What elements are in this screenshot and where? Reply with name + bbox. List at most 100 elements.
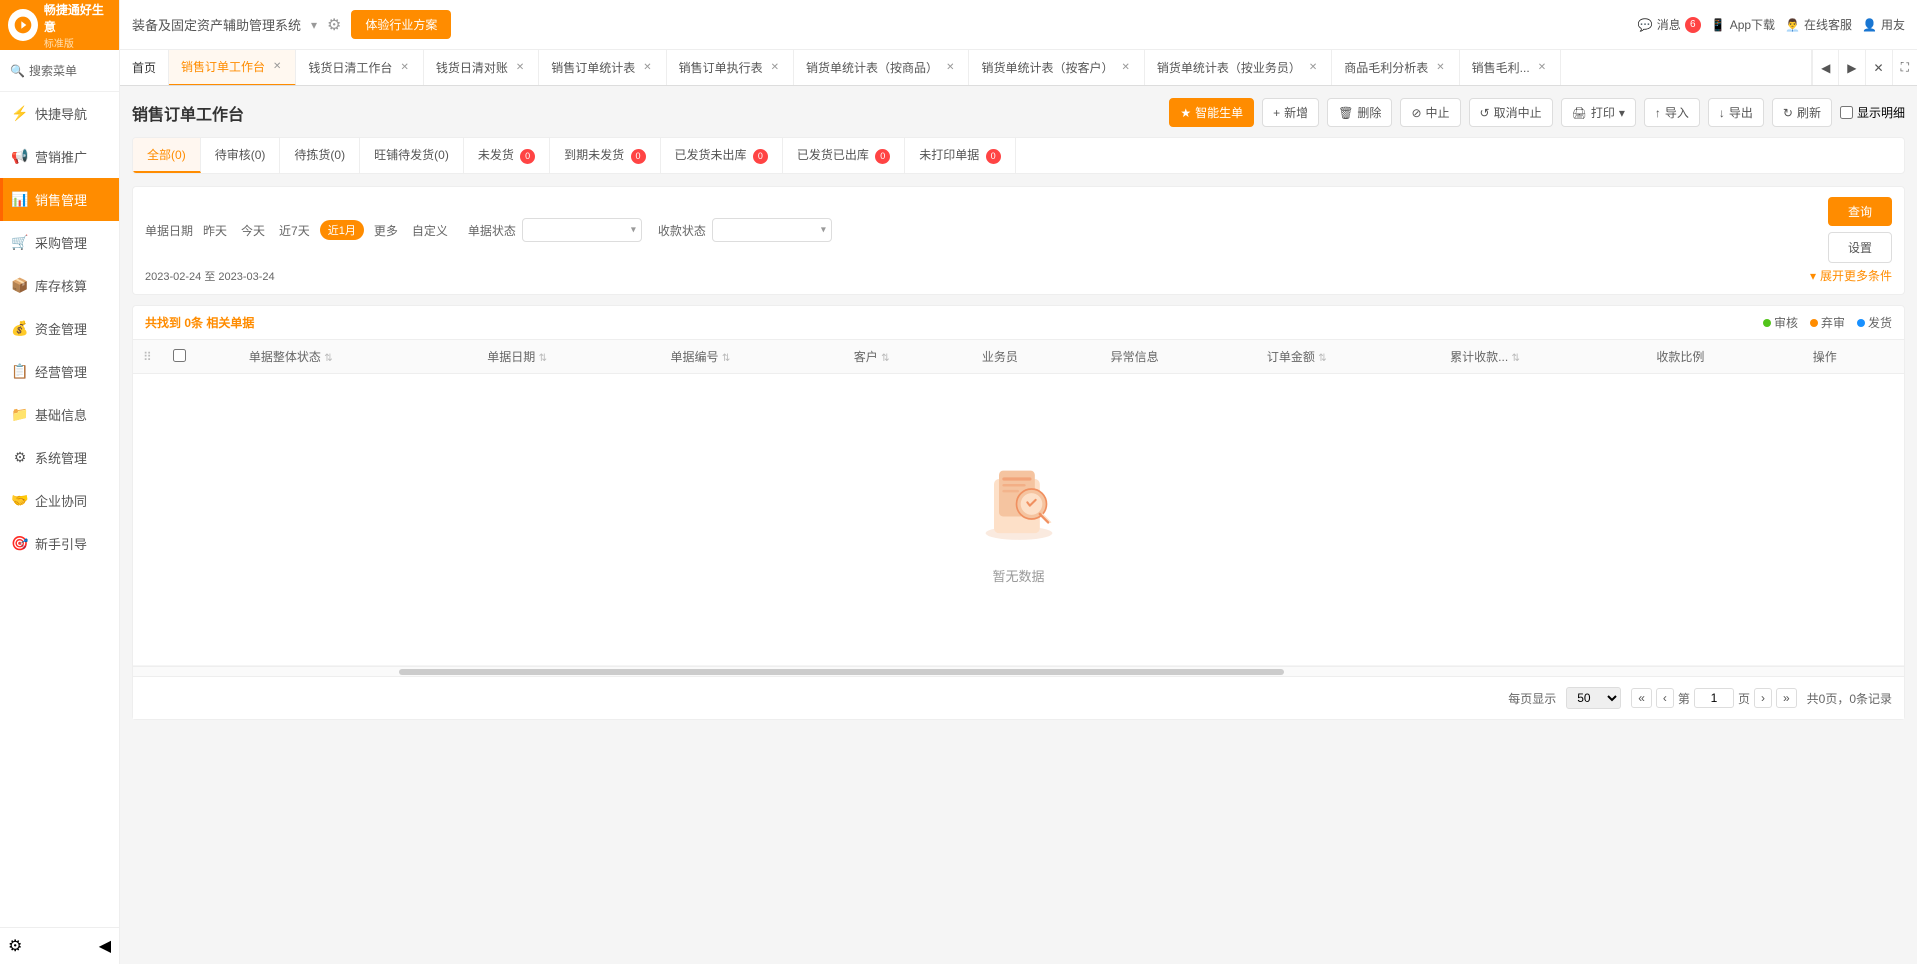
subtab-shipped-not-warehoused[interactable]: 已发货未出库 0 [661, 138, 783, 173]
sidebar-item-system[interactable]: ⚙ 系统管理 [0, 436, 119, 479]
export-btn[interactable]: ↓ 导出 [1708, 98, 1764, 127]
close-tab-shipment-product[interactable]: ✕ [944, 60, 956, 75]
industry-btn[interactable]: 体验行业方案 [351, 10, 451, 39]
sidebar-item-marketing[interactable]: 📢 营销推广 [0, 135, 119, 178]
audit-dot-icon [1763, 319, 1771, 327]
page-number-input[interactable] [1694, 688, 1734, 708]
col-number[interactable]: 单据编号 ⇅ [661, 340, 844, 374]
close-tab-reconciliation[interactable]: ✕ [514, 60, 526, 75]
page-prev-btn[interactable]: ‹ [1656, 688, 1674, 708]
query-btn[interactable]: 查询 [1828, 197, 1892, 226]
tab-reconciliation[interactable]: 钱货日清对账 ✕ [424, 50, 539, 86]
tab-shipment-customer[interactable]: 销货单统计表（按客户） ✕ [969, 50, 1144, 86]
delete-btn[interactable]: 🗑 删除 [1327, 98, 1392, 127]
sidebar-item-quicknav[interactable]: ⚡ 快捷导航 [0, 92, 119, 135]
col-amount[interactable]: 订单金额 ⇅ [1257, 340, 1440, 374]
tab-next-btn[interactable]: ▶ [1838, 50, 1864, 86]
sidebar-item-sales[interactable]: 📊 销售管理 [0, 178, 119, 221]
message-btn[interactable]: 💬 消息 6 [1638, 16, 1701, 33]
sidebar-item-finance[interactable]: 💰 资金管理 [0, 307, 119, 350]
date-opt-1month[interactable]: 近1月 [320, 220, 364, 240]
smart-gen-btn[interactable]: ★ 智能生单 [1169, 98, 1254, 127]
tab-sales-stats[interactable]: 销售订单统计表 ✕ [539, 50, 666, 86]
show-detail-checkbox[interactable] [1840, 106, 1853, 119]
settings-icon[interactable]: ⚙ [8, 936, 22, 956]
select-all-checkbox[interactable] [173, 349, 186, 362]
date-opt-more[interactable]: 更多 [370, 220, 402, 241]
sidebar-item-ops[interactable]: 📋 经营管理 [0, 350, 119, 393]
close-tab-sales-exec[interactable]: ✕ [769, 60, 781, 75]
date-opt-custom[interactable]: 自定义 [408, 220, 452, 241]
close-tab-sales-workbench[interactable]: ✕ [271, 59, 283, 74]
subtab-shipped-warehoused[interactable]: 已发货已出库 0 [783, 138, 905, 173]
tab-home[interactable]: 首页 [120, 50, 169, 86]
settings-gear-icon[interactable]: ⚙ [327, 15, 341, 35]
receipt-select[interactable] [712, 218, 832, 242]
tab-sales-exec[interactable]: 销售订单执行表 ✕ [667, 50, 794, 86]
col-customer[interactable]: 客户 ⇅ [844, 340, 972, 374]
search-menu-btn[interactable]: 🔍 搜索菜单 [6, 58, 113, 83]
subtab-unshipped[interactable]: 未发货 0 [464, 138, 550, 173]
date-opt-yesterday[interactable]: 昨天 [199, 220, 231, 241]
close-tab-sales-stats[interactable]: ✕ [641, 60, 653, 75]
app-download-btn[interactable]: 📱 App下载 [1711, 16, 1775, 33]
tab-cash-daily[interactable]: 钱货日清工作台 ✕ [296, 50, 423, 86]
close-tab-cash-daily[interactable]: ✕ [398, 60, 410, 75]
page-last-btn[interactable]: » [1776, 688, 1797, 708]
sidebar-item-collab[interactable]: 🤝 企业协同 [0, 479, 119, 522]
system-dropdown-icon[interactable]: ▾ [311, 18, 317, 32]
per-page-select[interactable]: 50 100 200 [1566, 687, 1621, 709]
tab-fullscreen-btn[interactable]: ⛶ [1892, 50, 1917, 86]
tab-sales-workbench[interactable]: 销售订单工作台 ✕ [169, 50, 296, 86]
tab-sales-gross[interactable]: 销售毛利... ✕ [1460, 50, 1561, 86]
refresh-btn[interactable]: ↻ 刷新 [1772, 98, 1832, 127]
close-tab-sales-gross[interactable]: ✕ [1536, 60, 1548, 75]
cancel-stop-btn[interactable]: ↺ 取消中止 [1469, 98, 1553, 127]
print-btn[interactable]: 🖨 打印 ▾ [1561, 98, 1636, 127]
close-tab-gross-margin[interactable]: ✕ [1434, 60, 1446, 75]
page-text-label: 第 [1678, 690, 1690, 707]
close-tab-shipment-customer[interactable]: ✕ [1119, 60, 1131, 75]
page-next-btn[interactable]: › [1754, 688, 1772, 708]
unaudit-batch-btn[interactable]: 弃审 [1810, 314, 1845, 331]
page-first-btn[interactable]: « [1631, 688, 1652, 708]
tab-close-btn[interactable]: ✕ [1865, 50, 1892, 86]
col-status[interactable]: 单据整体状态 ⇅ [239, 340, 477, 374]
ship-batch-btn[interactable]: 发货 [1857, 314, 1892, 331]
status-select[interactable] [522, 218, 642, 242]
sidebar-item-inventory[interactable]: 📦 库存核算 [0, 264, 119, 307]
tab-shipment-salesperson[interactable]: 销货单统计表（按业务员） ✕ [1145, 50, 1332, 86]
col-received[interactable]: 累计收款... ⇅ [1440, 340, 1646, 374]
delete-icon: 🗑 [1338, 106, 1353, 120]
subtab-unprinted[interactable]: 未打印单据 0 [905, 138, 1015, 173]
audit-batch-btn[interactable]: 审核 [1763, 314, 1798, 331]
collapse-icon[interactable]: ◀ [99, 936, 111, 956]
close-tab-shipment-salesperson[interactable]: ✕ [1307, 60, 1319, 75]
message-icon: 💬 [1638, 18, 1653, 32]
stop-btn[interactable]: ⊘ 中止 [1400, 98, 1460, 127]
subtab-overdue-unshipped[interactable]: 到期未发货 0 [550, 138, 660, 173]
horizontal-scrollbar[interactable] [133, 666, 1904, 676]
tab-gross-margin[interactable]: 商品毛利分析表 ✕ [1332, 50, 1459, 86]
online-service-btn[interactable]: 👨‍💼 在线客服 [1785, 16, 1852, 33]
subtab-pending-pick[interactable]: 待拣货(0) [280, 138, 360, 173]
import-btn[interactable]: ↑ 导入 [1644, 98, 1700, 127]
setting-btn[interactable]: 设置 [1828, 232, 1892, 263]
tab-shipment-product[interactable]: 销货单统计表（按商品） ✕ [794, 50, 969, 86]
expand-more-btn[interactable]: ▾ 展开更多条件 [1810, 267, 1892, 284]
col-date[interactable]: 单据日期 ⇅ [477, 340, 660, 374]
date-opt-today[interactable]: 今天 [237, 220, 269, 241]
collab-icon: 🤝 [11, 492, 29, 510]
date-opt-7days[interactable]: 近7天 [275, 220, 314, 241]
sidebar-item-purchase[interactable]: 🛒 采购管理 [0, 221, 119, 264]
sidebar-item-baseinfo[interactable]: 📁 基础信息 [0, 393, 119, 436]
tab-prev-btn[interactable]: ◀ [1812, 50, 1838, 86]
add-btn[interactable]: + 新增 [1262, 98, 1319, 127]
subtab-wangpu-ship[interactable]: 旺铺待发货(0) [360, 138, 464, 173]
user-btn[interactable]: 👤 用友 [1862, 16, 1905, 33]
subtab-pending-audit[interactable]: 待审核(0) [201, 138, 281, 173]
sidebar-search[interactable]: 🔍 搜索菜单 [0, 50, 119, 92]
subtab-all[interactable]: 全部(0) [133, 138, 201, 173]
show-detail-checkbox-label[interactable]: 显示明细 [1840, 104, 1905, 121]
sidebar-item-guide[interactable]: 🎯 新手引导 [0, 522, 119, 565]
